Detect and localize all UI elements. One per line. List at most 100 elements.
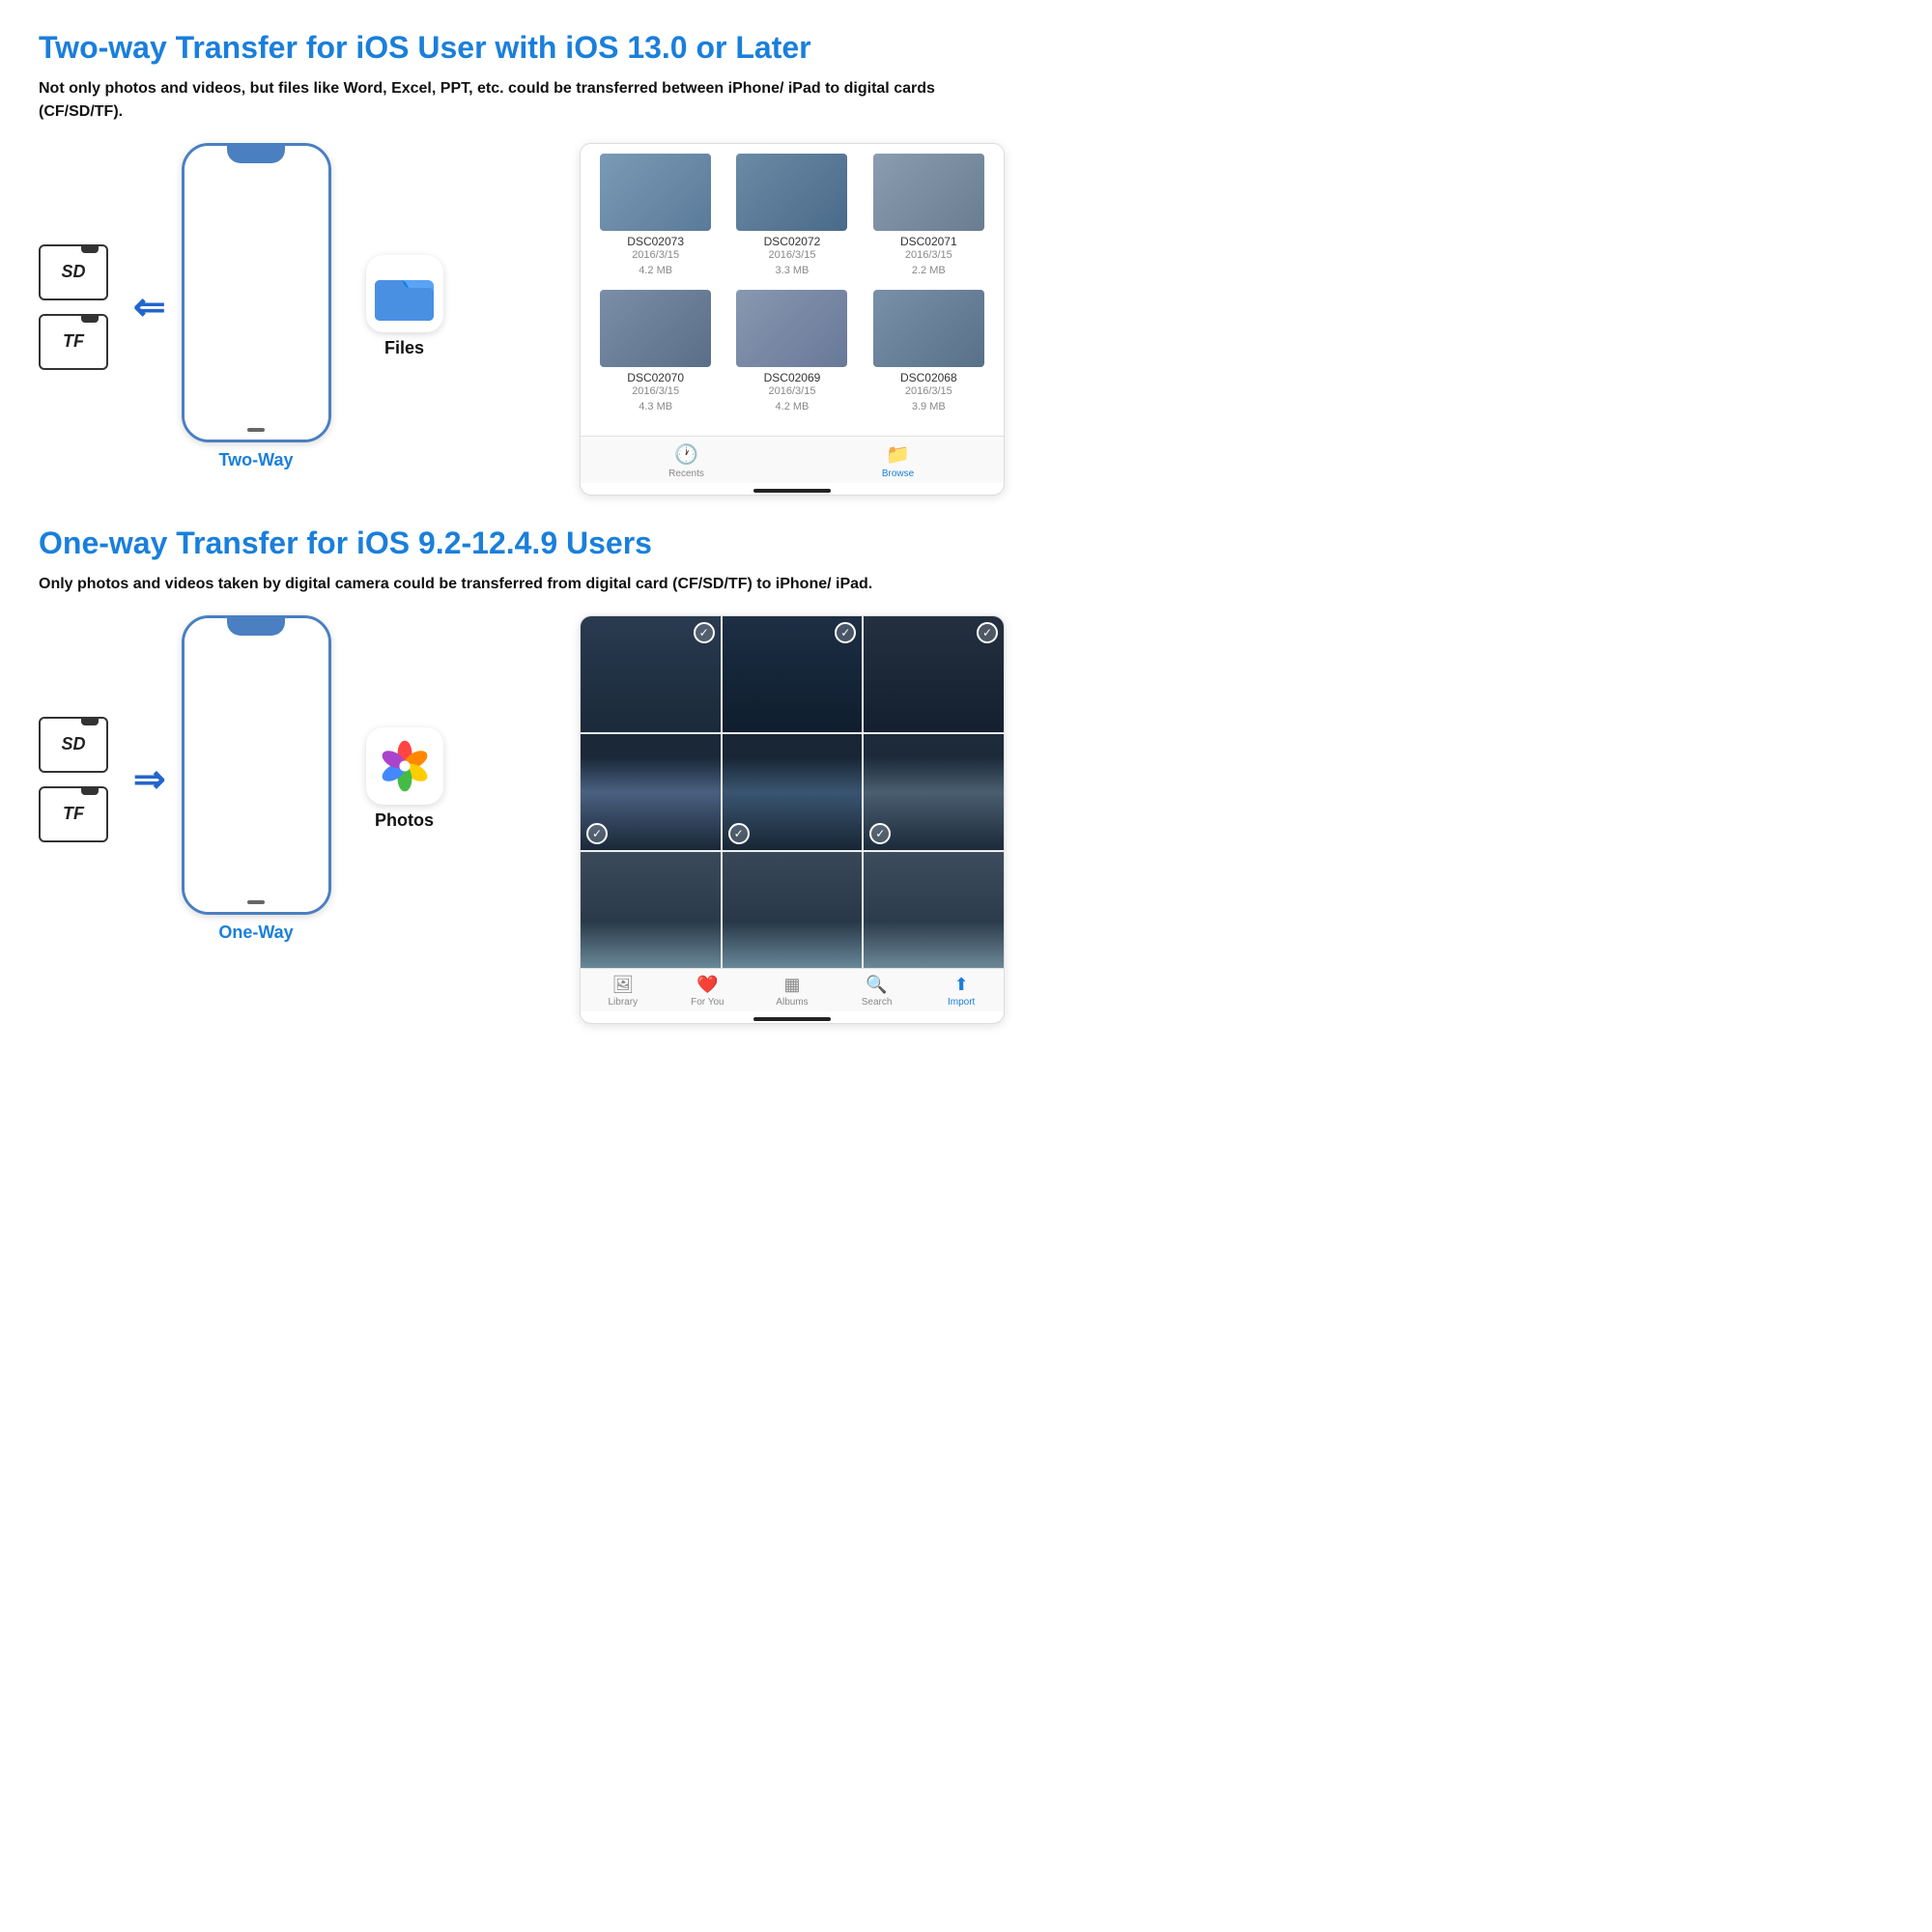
recents-icon: 🕐 — [674, 442, 698, 467]
file-item-6: DSC02068 2016/3/153.9 MB — [866, 290, 992, 414]
photo-cell-5: ✓ — [723, 734, 863, 850]
bottom-home-bar — [753, 489, 831, 493]
file-thumb-3 — [873, 154, 984, 231]
twoway-left: SD TF ⇐ Two-Way Files — [39, 143, 406, 470]
files-tab-bar: 🕐 Recents 📁 Browse — [581, 436, 1004, 483]
photos-tab-import[interactable]: ⬆ Import — [919, 975, 1004, 1008]
check-5: ✓ — [728, 823, 750, 844]
file-item-2: DSC02072 2016/3/153.3 MB — [728, 154, 855, 278]
file-name-5: DSC02069 — [764, 371, 821, 384]
albums-icon: ▦ — [783, 975, 800, 995]
photo-cell-4: ✓ — [581, 734, 721, 850]
oneway-cards-column: SD TF — [39, 717, 108, 842]
file-thumb-1 — [600, 154, 711, 231]
recents-label: Recents — [668, 469, 704, 479]
twoway-title: Two-way Transfer for iOS User with iOS 1… — [39, 29, 1005, 66]
check-6: ✓ — [869, 823, 891, 844]
file-thumb-2 — [736, 154, 847, 231]
import-icon: ⬆ — [954, 975, 969, 995]
phone-screen — [185, 146, 328, 440]
photos-app-icon-wrap: Photos — [366, 727, 443, 831]
oneway-diagram: SD TF ⇒ One-Way — [39, 615, 1005, 1024]
phone-side-button — [329, 204, 331, 225]
photo-cell-3: ✓ — [864, 616, 1004, 732]
check-1: ✓ — [694, 622, 715, 643]
oneway-title: One-way Transfer for iOS 9.2-12.4.9 User… — [39, 525, 1005, 561]
file-thumb-5 — [736, 290, 847, 367]
twoway-diagram: SD TF ⇐ Two-Way Files — [39, 143, 1005, 496]
twoway-arrow-left: ⇐ — [133, 285, 166, 329]
files-app-icon-wrap: Files — [366, 255, 443, 358]
file-name-3: DSC02071 — [900, 235, 957, 248]
oneway-phone-screen — [185, 618, 328, 912]
file-item-3: DSC02071 2016/3/152.2 MB — [866, 154, 992, 278]
search-label: Search — [862, 997, 893, 1008]
files-folder-svg — [373, 263, 436, 326]
browse-icon: 📁 — [886, 442, 910, 467]
browse-label: Browse — [882, 469, 914, 479]
oneway-phone: One-Way — [182, 615, 331, 943]
photo-cell-2: ✓ — [723, 616, 863, 732]
file-meta-5: 2016/3/154.2 MB — [769, 384, 816, 414]
files-row-2: DSC02070 2016/3/154.3 MB DSC02069 2016/3… — [592, 290, 992, 414]
photo-cell-9 — [864, 852, 1004, 968]
oneway-screenshot: ✓ ✓ ✓ ✓ ✓ ✓ — [435, 615, 1005, 1024]
check-3: ✓ — [977, 622, 998, 643]
photo-cell-7 — [581, 852, 721, 968]
files-grid: DSC02073 2016/3/154.2 MB DSC02072 2016/3… — [581, 144, 1004, 436]
check-2: ✓ — [835, 622, 856, 643]
phone-illustration: Two-Way — [182, 143, 331, 470]
file-item-1: DSC02073 2016/3/154.2 MB — [592, 154, 719, 278]
phone-home-bar — [247, 428, 265, 432]
oneway-tf-card: TF — [39, 786, 108, 842]
photos-panel: ✓ ✓ ✓ ✓ ✓ ✓ — [580, 615, 1005, 1024]
file-item-5: DSC02069 2016/3/154.2 MB — [728, 290, 855, 414]
oneway-desc: Only photos and videos taken by digital … — [39, 573, 1005, 596]
oneway-phone-home-bar — [247, 900, 265, 904]
photos-tab-library[interactable]: 🖼 Library — [581, 975, 666, 1008]
tf-card: TF — [39, 314, 108, 370]
file-item-4: DSC02070 2016/3/154.3 MB — [592, 290, 719, 414]
oneway-sd-card: SD — [39, 717, 108, 773]
photos-tab-albums[interactable]: ▦ Albums — [750, 975, 835, 1008]
twoway-label: Two-Way — [219, 450, 294, 470]
oneway-label: One-Way — [218, 923, 293, 943]
photos-bottom-bar — [753, 1017, 831, 1021]
oneway-arrow-right: ⇒ — [133, 757, 166, 802]
import-label: Import — [948, 997, 975, 1008]
file-name-1: DSC02073 — [627, 235, 684, 248]
foryou-icon: ❤️ — [696, 975, 718, 995]
file-name-2: DSC02072 — [764, 235, 821, 248]
file-thumb-6 — [873, 290, 984, 367]
files-app-icon — [366, 255, 443, 332]
file-name-4: DSC02070 — [627, 371, 684, 384]
tab-browse[interactable]: 📁 Browse — [792, 442, 1004, 479]
oneway-phone-side-button — [329, 676, 331, 697]
twoway-screenshot: DSC02073 2016/3/154.2 MB DSC02072 2016/3… — [435, 143, 1005, 496]
library-label: Library — [609, 997, 639, 1008]
oneway-left: SD TF ⇒ One-Way — [39, 615, 406, 943]
phone-notch — [227, 146, 285, 163]
files-row-1: DSC02073 2016/3/154.2 MB DSC02072 2016/3… — [592, 154, 992, 278]
check-4: ✓ — [586, 823, 608, 844]
phone-body — [182, 143, 331, 442]
photo-cell-6: ✓ — [864, 734, 1004, 850]
files-panel: DSC02073 2016/3/154.2 MB DSC02072 2016/3… — [580, 143, 1005, 496]
file-meta-3: 2016/3/152.2 MB — [905, 248, 952, 278]
files-app-label: Files — [384, 338, 424, 358]
file-meta-6: 2016/3/153.9 MB — [905, 384, 952, 414]
cards-column: SD TF — [39, 244, 108, 370]
foryou-label: For You — [691, 997, 724, 1008]
oneway-phone-notch — [227, 618, 285, 636]
tab-recents[interactable]: 🕐 Recents — [581, 442, 792, 479]
photos-tab-search[interactable]: 🔍 Search — [835, 975, 920, 1008]
library-icon: 🖼 — [611, 975, 634, 995]
search-icon: 🔍 — [866, 975, 887, 995]
twoway-desc: Not only photos and videos, but files li… — [39, 77, 1005, 124]
sd-card: SD — [39, 244, 108, 300]
photo-cell-1: ✓ — [581, 616, 721, 732]
oneway-phone-body — [182, 615, 331, 915]
file-meta-2: 2016/3/153.3 MB — [769, 248, 816, 278]
photos-tab-bar: 🖼 Library ❤️ For You ▦ Albums 🔍 Search ⬆ — [581, 968, 1004, 1011]
photos-tab-foryou[interactable]: ❤️ For You — [666, 975, 751, 1008]
